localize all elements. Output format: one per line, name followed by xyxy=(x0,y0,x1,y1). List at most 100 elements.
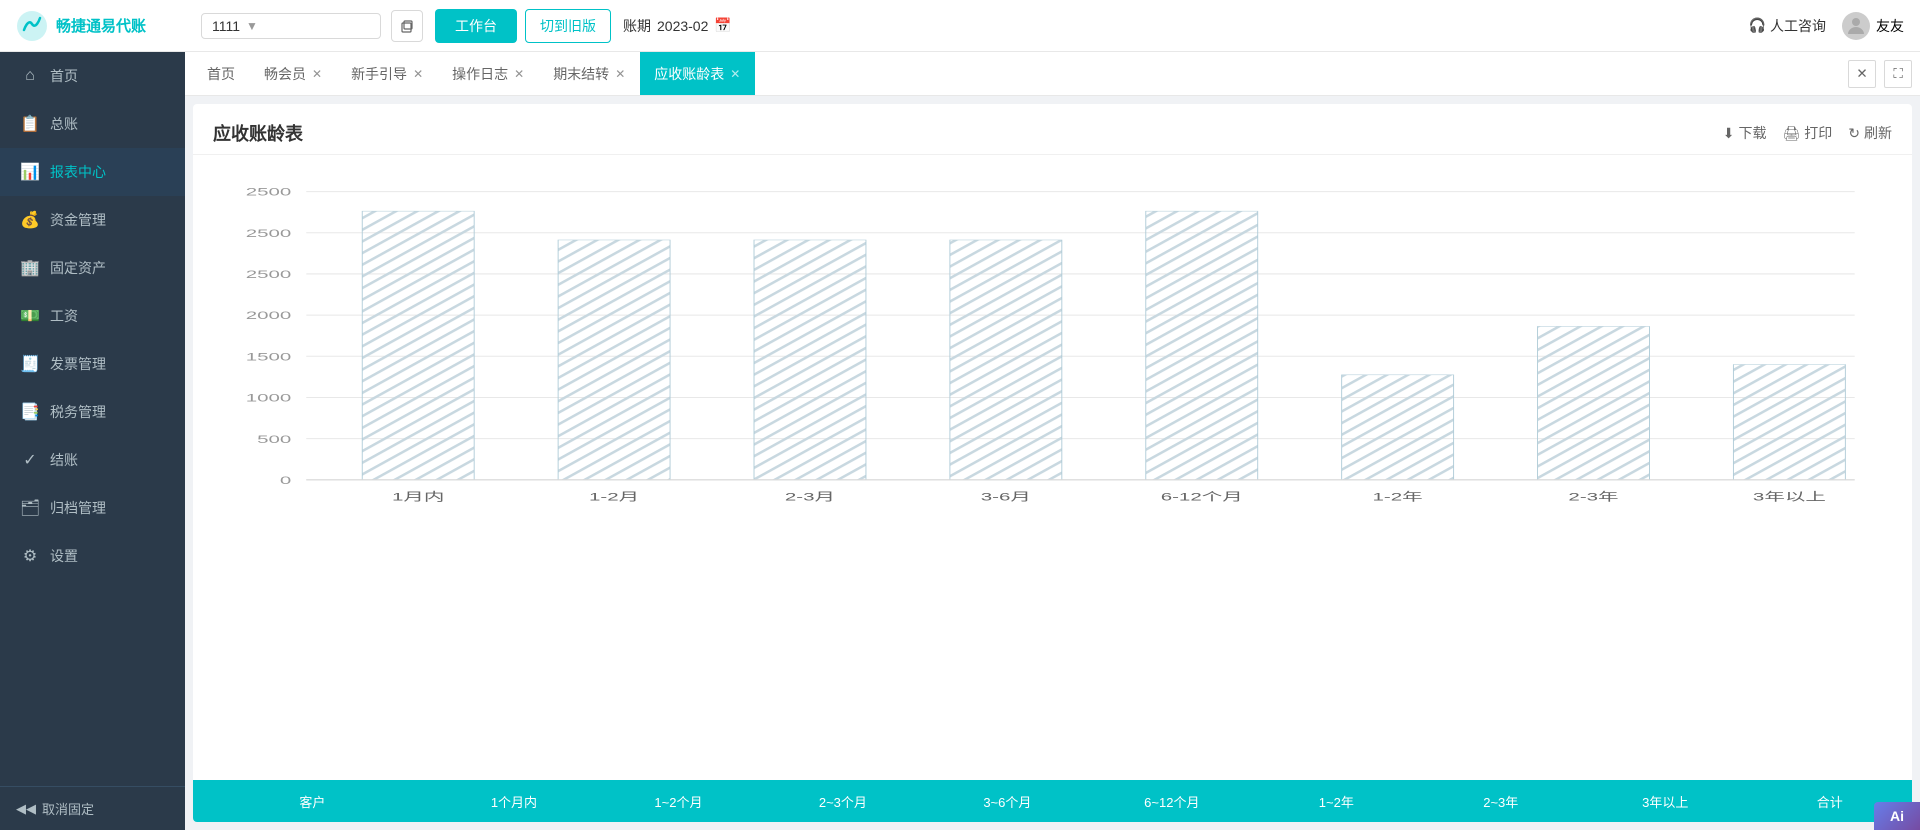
consult-button[interactable]: 🎧 人工咨询 xyxy=(1749,16,1826,36)
tab-close-log[interactable]: ✕ xyxy=(514,67,524,81)
svg-text:6-12个月: 6-12个月 xyxy=(1161,490,1243,503)
sidebar-item-payroll[interactable]: 💵工资 xyxy=(0,292,185,340)
refresh-icon: ↻ xyxy=(1848,125,1860,142)
switch-button[interactable]: 切到旧版 xyxy=(525,9,611,43)
sidebar-item-ledger[interactable]: 📋 总账 xyxy=(0,100,185,148)
period-area: 账期 2023-02 📅 xyxy=(623,16,732,36)
svg-text:2500: 2500 xyxy=(246,185,292,198)
svg-text:1000: 1000 xyxy=(246,391,292,404)
page-actions: ⬇ 下载 🖨 打印 ↻ 刷新 xyxy=(1723,123,1892,143)
unpin-icon: ◀◀ xyxy=(16,801,36,817)
tabs-bar: 首页畅会员✕ 新手引导 ✕ 操作日志 ✕ 期末结转 ✕ 应收账龄表 ✕ ✕ ⛶ xyxy=(185,52,1920,96)
table-col-1: 1个月内 xyxy=(432,792,596,811)
download-button[interactable]: ⬇ 下载 xyxy=(1723,123,1767,143)
period-value: 2023-02 xyxy=(657,18,708,34)
user-name: 友友 xyxy=(1876,16,1904,36)
user-area[interactable]: 友友 xyxy=(1842,12,1904,40)
header: 畅捷通易代账 1111 ▼ 工作台 切到旧版 账期 2023-02 📅 🎧 人工… xyxy=(0,0,1920,52)
svg-text:3年以上: 3年以上 xyxy=(1753,490,1826,503)
page-title: 应收账龄表 xyxy=(213,120,303,146)
sidebar-item-home[interactable]: ⌂首页 xyxy=(0,52,185,100)
sidebar-item-settings[interactable]: ⚙ 设置 xyxy=(0,532,185,580)
tab-yearend[interactable]: 期末结转 ✕ xyxy=(539,52,640,95)
chart-container: 2500 2500 2500 2000 1500 1000 500 0 xyxy=(213,171,1892,521)
funds-icon: 💰 xyxy=(20,210,40,230)
sidebar-item-funds[interactable]: 💰 资金管理 xyxy=(0,196,185,244)
copy-icon xyxy=(399,18,415,34)
ai-badge[interactable]: Ai xyxy=(1874,802,1920,830)
app-name: 畅捷通易代账 xyxy=(56,15,146,36)
settings-icon: ⚙ xyxy=(20,546,40,566)
company-selector[interactable]: 1111 ▼ xyxy=(201,13,381,39)
svg-text:500: 500 xyxy=(257,433,291,446)
tab-label-log: 操作日志 xyxy=(452,64,508,84)
bar-chart: 2500 2500 2500 2000 1500 1000 500 0 xyxy=(213,171,1892,521)
ledger-icon: 📋 xyxy=(20,114,40,134)
sidebar-item-tax[interactable]: 📑税务管理 xyxy=(0,388,185,436)
logo-icon xyxy=(16,10,48,42)
table-col-3: 2~3个月 xyxy=(761,792,925,811)
svg-text:2-3月: 2-3月 xyxy=(785,490,835,503)
close-all-button[interactable]: ✕ xyxy=(1848,60,1876,88)
checkout-icon: ✓ xyxy=(20,450,40,470)
tab-log[interactable]: 操作日志 ✕ xyxy=(438,52,539,95)
table-col-2: 1~2个月 xyxy=(596,792,760,811)
maximize-button[interactable]: ⛶ xyxy=(1884,60,1912,88)
tab-aging[interactable]: 应收账龄表 ✕ xyxy=(640,52,755,95)
tab-guide[interactable]: 新手引导 ✕ xyxy=(337,52,438,95)
svg-text:1月内: 1月内 xyxy=(392,490,444,503)
svg-text:1-2月: 1-2月 xyxy=(589,490,639,503)
sidebar-item-assets[interactable]: 🏢 固定资产 xyxy=(0,244,185,292)
table-col-5: 6~12个月 xyxy=(1090,792,1254,811)
sidebar-item-reports[interactable]: 📊 报表中心 xyxy=(0,148,185,196)
refresh-label: 刷新 xyxy=(1864,123,1892,143)
table-col-4: 3~6个月 xyxy=(925,792,1089,811)
assets-icon: 🏢 xyxy=(20,258,40,278)
tab-label-guide: 新手引导 xyxy=(351,64,407,84)
headset-icon: 🎧 xyxy=(1749,17,1766,34)
user-icon xyxy=(1844,14,1868,38)
sidebar-item-archive[interactable]: 🗂归档管理 xyxy=(0,484,185,532)
table-col-7: 2~3年 xyxy=(1419,792,1583,811)
sidebar-label-settings: 设置 xyxy=(50,546,78,566)
workbench-button[interactable]: 工作台 xyxy=(435,9,517,43)
company-name: 1111 xyxy=(212,18,240,34)
chevron-down-icon: ▼ xyxy=(246,19,258,33)
sidebar-label-funds: 资金管理 xyxy=(50,210,106,230)
tab-close-yearend[interactable]: ✕ xyxy=(615,67,625,81)
sidebar-label-ledger: 总账 xyxy=(50,114,78,134)
sidebar-item-invoice[interactable]: 🧾发票管理 xyxy=(0,340,185,388)
print-button[interactable]: 🖨 打印 xyxy=(1782,123,1832,143)
reports-icon: 📊 xyxy=(20,162,40,182)
tab-close-aging[interactable]: ✕ xyxy=(730,67,740,81)
calendar-icon[interactable]: 📅 xyxy=(714,17,731,34)
tab-close-member[interactable]: ✕ xyxy=(312,67,322,81)
copy-button[interactable] xyxy=(391,10,423,42)
page-content: 应收账龄表 ⬇ 下载 🖨 打印 ↻ 刷新 xyxy=(193,104,1912,822)
sidebar-label-home: 首页 xyxy=(50,66,78,86)
tab-close-guide[interactable]: ✕ xyxy=(413,67,423,81)
unpin-label: 取消固定 xyxy=(42,799,94,818)
tab-label-yearend: 期末结转 xyxy=(553,64,609,84)
tab-label-aging: 应收账龄表 xyxy=(654,64,724,84)
payroll-icon: 💵 xyxy=(20,306,40,326)
sidebar-label-reports: 报表中心 xyxy=(50,162,106,182)
sidebar-footer[interactable]: ◀◀ 取消固定 xyxy=(0,786,185,830)
tab-home[interactable]: 首页 xyxy=(193,52,250,95)
header-right: 🎧 人工咨询 友友 xyxy=(1749,12,1904,40)
table-header: 客户1个月内1~2个月2~3个月3~6个月6~12个月1~2年2~3年3年以上合… xyxy=(193,780,1912,822)
svg-text:0: 0 xyxy=(280,474,291,487)
content-area: 首页畅会员✕ 新手引导 ✕ 操作日志 ✕ 期末结转 ✕ 应收账龄表 ✕ ✕ ⛶ 应收账龄表 ⬇ … xyxy=(185,52,1920,830)
table-col-6: 1~2年 xyxy=(1254,792,1418,811)
tabs-actions: ✕ ⛶ xyxy=(1848,60,1912,88)
sidebar-item-checkout[interactable]: ✓结账 xyxy=(0,436,185,484)
logo-area: 畅捷通易代账 xyxy=(16,10,201,42)
refresh-button[interactable]: ↻ 刷新 xyxy=(1848,123,1892,143)
sidebar-label-assets: 固定资产 xyxy=(50,258,106,278)
svg-text:2000: 2000 xyxy=(246,309,292,322)
tab-member[interactable]: 畅会员✕ xyxy=(250,52,337,95)
svg-text:2-3年: 2-3年 xyxy=(1568,490,1618,503)
archive-icon: 🗂 xyxy=(20,498,40,518)
main-layout: ⌂首页 📋 总账 📊 报表中心 💰 资金管理 🏢 固定资产 💵工资🧾发票管理📑税务管理✓结账🗂归档… xyxy=(0,52,1920,830)
svg-text:2500: 2500 xyxy=(246,227,292,240)
